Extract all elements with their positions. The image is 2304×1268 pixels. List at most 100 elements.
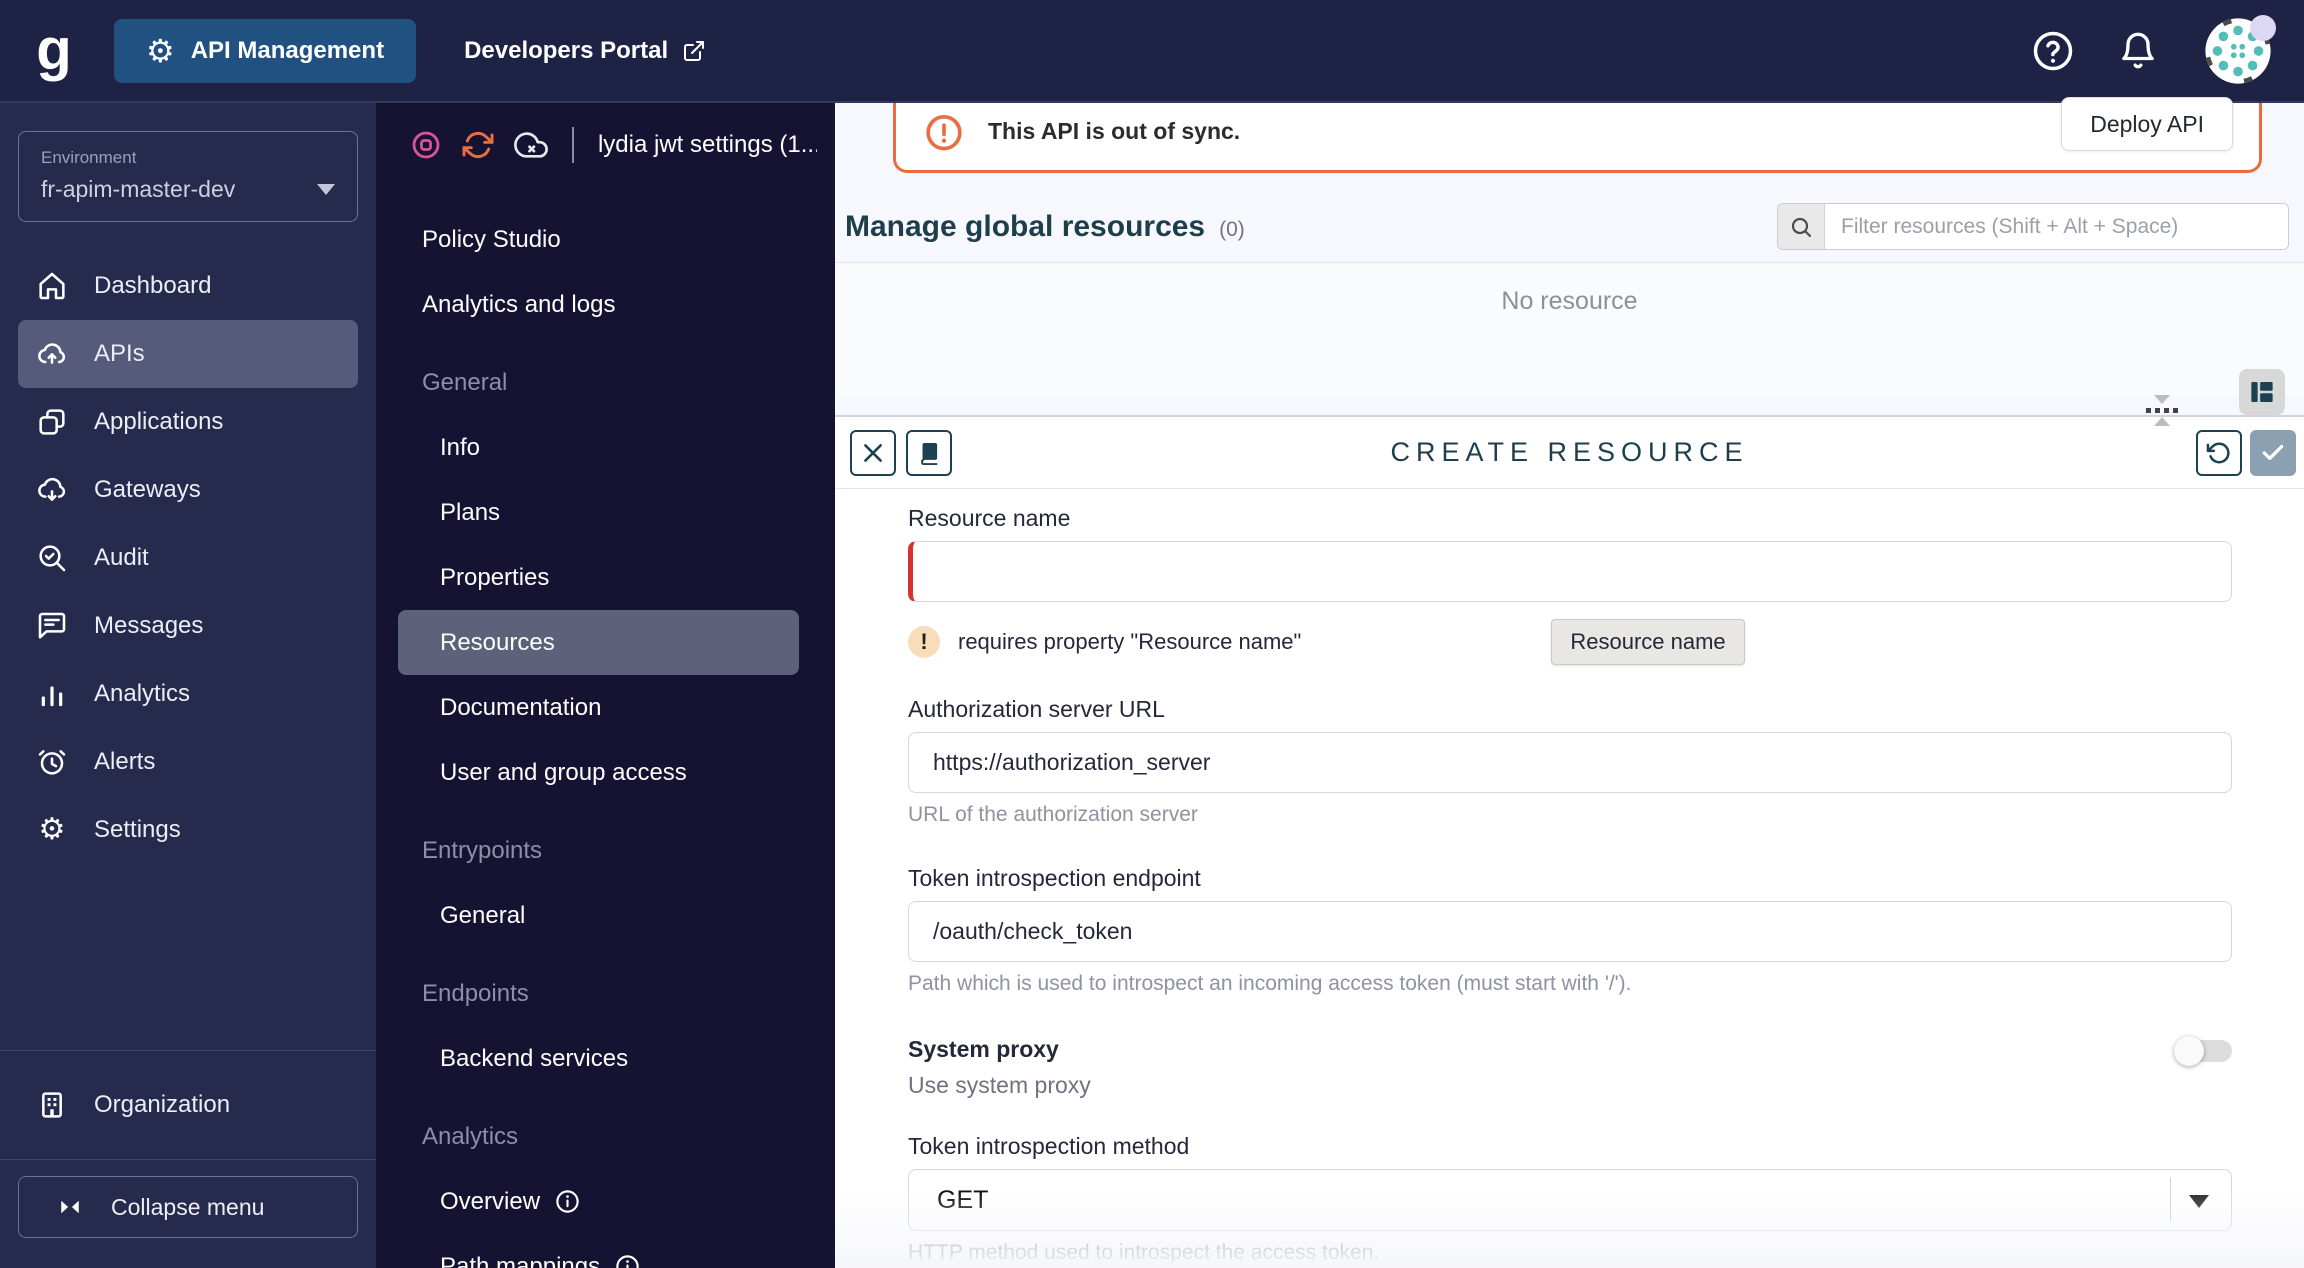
- close-icon: [860, 440, 886, 466]
- notifications-button[interactable]: [2118, 31, 2158, 71]
- api-menu-section-entrypoints: Entrypoints: [422, 837, 543, 864]
- resource-name-input[interactable]: [908, 541, 2232, 602]
- api-menu-user-group-access[interactable]: User and group access: [376, 740, 835, 805]
- stop-record-icon[interactable]: [410, 129, 442, 161]
- empty-state-label: No resource: [1501, 287, 1638, 315]
- bell-icon: [2118, 31, 2158, 71]
- resource-name-label: Resource name: [908, 505, 1071, 531]
- sidebar-item-label: Applications: [94, 408, 224, 435]
- sidebar-item-label: Dashboard: [94, 272, 212, 299]
- sidebar-item-messages[interactable]: Messages: [18, 592, 358, 660]
- user-avatar[interactable]: [2204, 14, 2276, 84]
- api-menu-info[interactable]: Info: [376, 415, 835, 480]
- sidebar-item-audit[interactable]: Audit: [18, 524, 358, 592]
- introspect-method-value: GET: [937, 1185, 989, 1214]
- api-menu-analytics-logs[interactable]: Analytics and logs: [376, 272, 835, 337]
- cloud-upload-icon: [36, 338, 68, 370]
- copy-icon: [36, 406, 68, 438]
- banner-message: This API is out of sync.: [988, 118, 1241, 144]
- search-icon: [1778, 204, 1825, 249]
- check-icon: [2260, 440, 2286, 466]
- api-menu-section-endpoints: Endpoints: [422, 980, 529, 1007]
- help-circle-icon: [2032, 30, 2074, 72]
- api-menu-overview[interactable]: Overview: [376, 1169, 835, 1234]
- sidebar-item-applications[interactable]: Applications: [18, 388, 358, 456]
- split-layout-icon: [2247, 377, 2277, 407]
- introspect-endpoint-helper: Path which is used to introspect an inco…: [908, 972, 1632, 995]
- toggle-panel-layout-button[interactable]: [2239, 369, 2285, 415]
- api-menu-entrypoints-general[interactable]: General: [376, 883, 835, 948]
- info-icon: [554, 1188, 581, 1215]
- save-resource-button[interactable]: [2250, 429, 2296, 476]
- environment-selector[interactable]: Environment fr-apim-master-dev: [18, 131, 358, 222]
- divider: [2170, 1178, 2171, 1222]
- api-management-button[interactable]: ⚙ API Management: [114, 18, 417, 83]
- sidebar-item-gateways[interactable]: Gateways: [18, 456, 358, 524]
- auth-url-helper: URL of the authorization server: [908, 803, 1198, 826]
- info-icon: [614, 1253, 641, 1268]
- api-menu-section-general: General: [422, 369, 508, 396]
- api-menu-policy-studio[interactable]: Policy Studio: [376, 207, 835, 272]
- reset-button[interactable]: [2196, 429, 2242, 476]
- collapse-icon: [55, 1192, 85, 1222]
- panel-resize-handle[interactable]: [2138, 395, 2186, 426]
- api-menu-plans[interactable]: Plans: [376, 480, 835, 545]
- cloud-error-icon[interactable]: [514, 128, 548, 162]
- auth-url-input[interactable]: [908, 732, 2232, 793]
- filter-resources-input[interactable]: [1825, 204, 2288, 249]
- environment-label: Environment: [41, 148, 137, 167]
- system-proxy-toggle[interactable]: [2174, 1036, 2232, 1066]
- gravitee-logo-icon: g: [36, 17, 72, 83]
- search-check-icon: [36, 542, 68, 574]
- api-management-label: API Management: [190, 36, 385, 64]
- introspect-method-helper: HTTP method used to introspect the acces…: [908, 1241, 1380, 1264]
- resources-empty-state: No resource: [835, 263, 2304, 396]
- bar-chart-icon: [36, 678, 68, 710]
- introspect-endpoint-input[interactable]: [908, 901, 2232, 962]
- main-content: This API is out of sync. Deploy API Mana…: [835, 97, 2304, 1268]
- introspect-method-select[interactable]: GET: [908, 1169, 2232, 1231]
- sidebar-item-settings[interactable]: ⚙ Settings: [18, 796, 358, 864]
- sidebar-item-label: Messages: [94, 612, 204, 639]
- external-link-icon: [682, 39, 706, 63]
- api-menu-section-analytics: Analytics: [422, 1123, 519, 1150]
- sidebar-item-label: Gateways: [94, 476, 201, 503]
- api-menu-backend-services[interactable]: Backend services: [376, 1026, 835, 1091]
- documentation-button[interactable]: [906, 429, 952, 476]
- book-icon: [916, 440, 942, 466]
- error-field-chip: Resource name: [1551, 619, 1745, 665]
- gear-icon: ⚙: [38, 813, 66, 846]
- sync-icon[interactable]: [462, 129, 494, 161]
- sidebar-item-apis[interactable]: APIs: [18, 320, 358, 388]
- resize-up-icon: [2154, 417, 2170, 426]
- chevron-down-icon: [317, 184, 335, 195]
- app-window: g ⚙ API Management Developers Portal Env…: [0, 0, 2304, 1268]
- close-button[interactable]: [850, 429, 896, 476]
- resource-form: Resource name ! requires property "Resou…: [835, 489, 2304, 1265]
- api-menu-documentation[interactable]: Documentation: [376, 675, 835, 740]
- main-sidebar: Environment fr-apim-master-dev Dashboard: [0, 103, 376, 1268]
- sidebar-item-organization[interactable]: Organization: [18, 1071, 358, 1139]
- help-button[interactable]: [2032, 30, 2074, 72]
- cloud-download-icon: [36, 474, 68, 506]
- api-menu-path-mappings[interactable]: Path mappings: [376, 1234, 835, 1268]
- sidebar-item-label: Alerts: [94, 748, 156, 775]
- api-menu-resources[interactable]: Resources: [398, 610, 799, 675]
- out-of-sync-banner: This API is out of sync. Deploy API: [893, 97, 2262, 173]
- auth-url-label: Authorization server URL: [908, 696, 1165, 722]
- page-title: Manage global resources: [845, 209, 1206, 243]
- developers-portal-link[interactable]: Developers Portal: [464, 37, 706, 65]
- sidebar-item-alerts[interactable]: Alerts: [18, 728, 358, 796]
- collapse-menu-button[interactable]: Collapse menu: [18, 1176, 358, 1238]
- sidebar-item-analytics[interactable]: Analytics: [18, 660, 358, 728]
- deploy-api-button[interactable]: Deploy API: [2061, 97, 2233, 151]
- panel-title: CREATE RESOURCE: [1390, 437, 1749, 467]
- resource-count: (0): [1219, 217, 1245, 241]
- warning-icon: [924, 111, 964, 151]
- sidebar-item-dashboard[interactable]: Dashboard: [18, 252, 358, 320]
- alarm-icon: [36, 746, 68, 778]
- introspect-method-label: Token introspection method: [908, 1133, 1190, 1159]
- developers-portal-label: Developers Portal: [464, 36, 669, 64]
- sidebar-item-label: Organization: [94, 1091, 231, 1118]
- api-menu-properties[interactable]: Properties: [376, 545, 835, 610]
